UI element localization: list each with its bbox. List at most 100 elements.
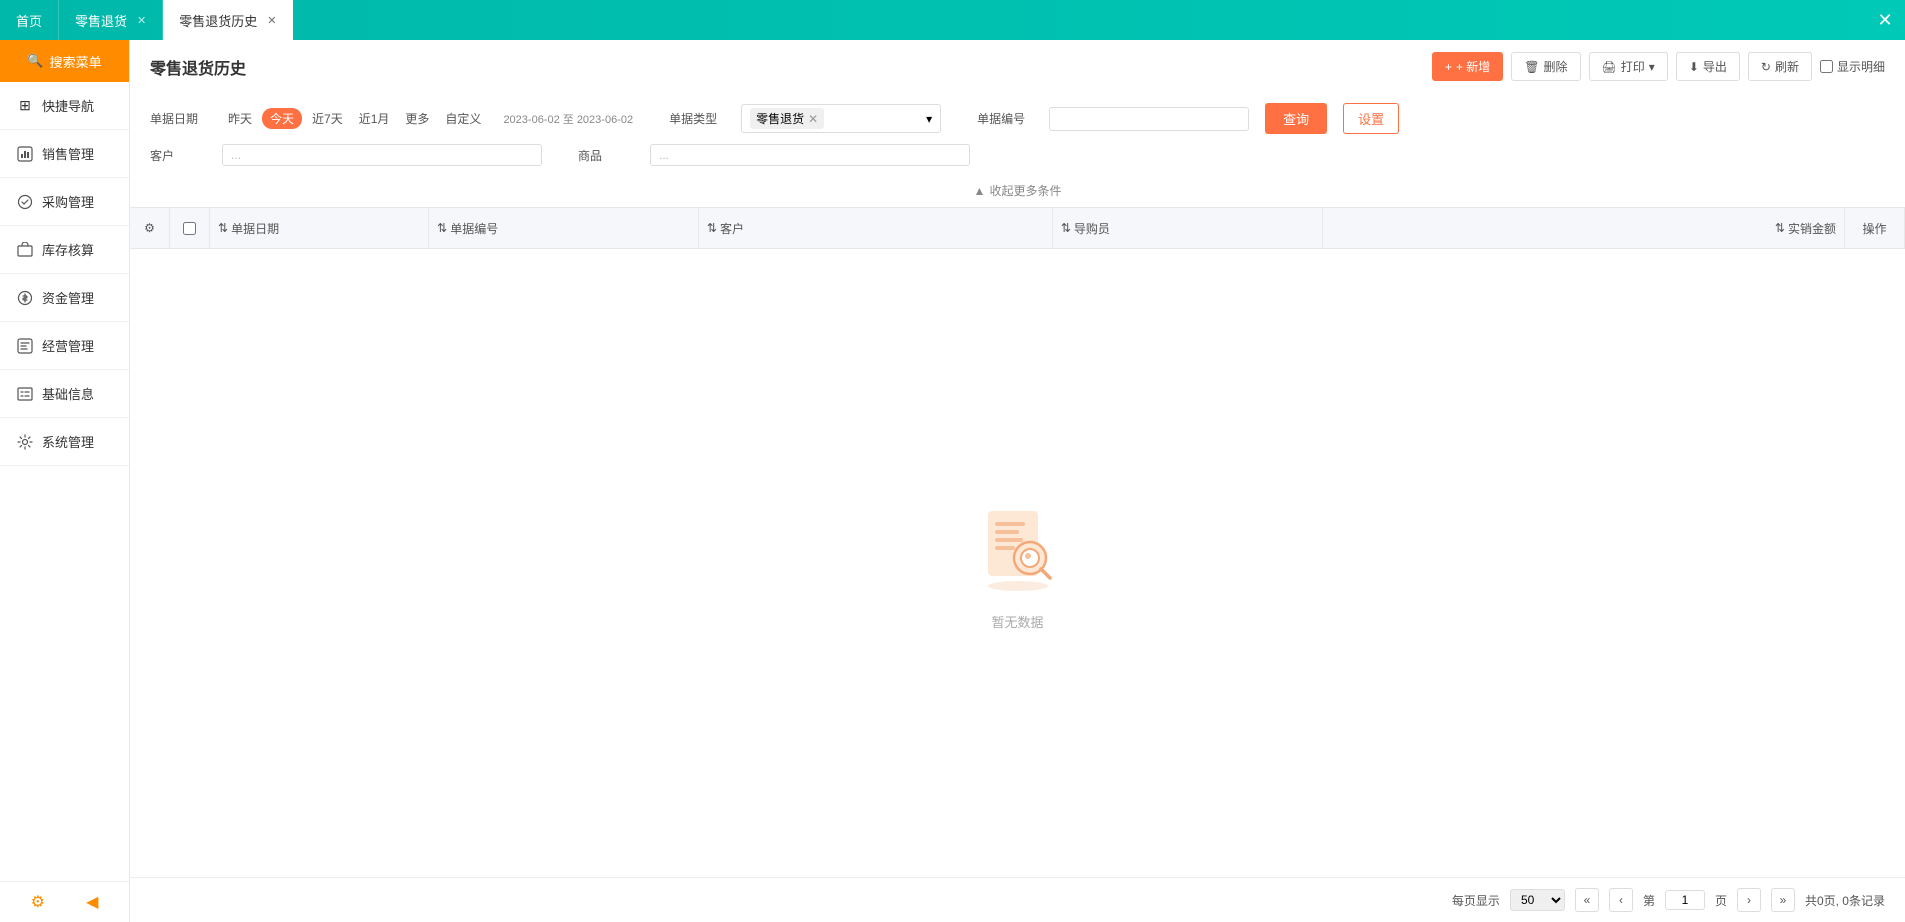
th-amount-label: 实销金额 (1788, 220, 1836, 237)
tab-retail-return[interactable]: 零售退货 ✕ (59, 0, 163, 40)
export-button[interactable]: ⬇ 导出 (1676, 52, 1740, 81)
sidebar-search[interactable]: 🔍 搜索菜单 (0, 40, 129, 82)
sidebar-item-quick-nav[interactable]: ⊞ 快捷导航 (0, 82, 129, 130)
inventory-icon (16, 241, 34, 259)
collapse-row[interactable]: ▲ 收起更多条件 (150, 176, 1885, 207)
page-title-row: 零售退货历史 + + 新增 🗑 删除 🖨 打印 ▾ (150, 52, 1885, 81)
doc-type-filter-label: 单据类型 (669, 110, 725, 127)
doc-type-tag-label: 零售退货 (756, 110, 804, 127)
refresh-label: 刷新 (1775, 58, 1799, 75)
print-label: 打印 (1621, 58, 1645, 75)
settings-bottom-icon[interactable]: ⚙ (31, 892, 45, 912)
sidebar-item-inventory-label: 库存核算 (42, 240, 94, 259)
add-button[interactable]: + + 新增 (1432, 52, 1503, 81)
show-detail-checkbox[interactable]: 显示明细 (1820, 58, 1885, 75)
last-page-button[interactable]: » (1771, 888, 1795, 912)
th-amount-sort-icon: ⇅ (1775, 221, 1785, 235)
th-action: 操作 (1845, 208, 1905, 248)
page-number-input[interactable] (1665, 890, 1705, 910)
date-option-custom[interactable]: 自定义 (439, 108, 487, 129)
sidebar-bottom: ⚙ ◀ (0, 881, 129, 922)
sidebar-nav: ⊞ 快捷导航 销售管理 采购管理 库存核算 (0, 82, 129, 881)
top-bar: 首页 零售退货 ✕ 零售退货历史 ✕ ✕ (0, 0, 1905, 40)
date-option-more[interactable]: 更多 (399, 108, 435, 129)
refresh-button[interactable]: ↻ 刷新 (1748, 52, 1812, 81)
query-button[interactable]: 查询 (1265, 103, 1327, 134)
management-icon (16, 337, 34, 355)
tab-retail-return-close[interactable]: ✕ (137, 14, 146, 27)
delete-icon: 🗑 (1524, 60, 1539, 74)
per-page-select[interactable]: 10 20 50 100 (1510, 889, 1565, 911)
goods-placeholder: ... (659, 148, 669, 162)
sidebar-item-sales-label: 销售管理 (42, 144, 94, 163)
doc-type-select[interactable]: 零售退货 ✕ ▾ (741, 104, 941, 133)
th-order-no[interactable]: ⇅ 单据编号 (429, 208, 699, 248)
page-header: 零售退货历史 + + 新增 🗑 删除 🖨 打印 ▾ (130, 40, 1905, 208)
doc-no-filter-label: 单据编号 (977, 110, 1033, 127)
table-container: ⚙ ⇅ 单据日期 ⇅ 单据编号 ⇅ 客户 ⇅ (130, 208, 1905, 877)
sidebar-item-purchase[interactable]: 采购管理 (0, 178, 129, 226)
finance-icon (16, 289, 34, 307)
print-button[interactable]: 🖨 打印 ▾ (1589, 52, 1668, 81)
sidebar-item-quick-nav-label: 快捷导航 (42, 96, 94, 115)
th-guide-sort-icon: ⇅ (1061, 221, 1071, 235)
page-label: 第 (1643, 892, 1655, 909)
empty-state: 暂无数据 (130, 249, 1905, 877)
basic-info-icon (16, 385, 34, 403)
tab-retail-return-label: 零售退货 (75, 11, 127, 30)
th-action-label: 操作 (1862, 220, 1886, 237)
next-page-button[interactable]: › (1737, 888, 1761, 912)
doc-type-tag-close[interactable]: ✕ (808, 112, 818, 126)
customer-filter-label: 客户 (150, 147, 206, 164)
date-option-7days[interactable]: 近7天 (306, 108, 349, 129)
sales-icon (16, 145, 34, 163)
settings-button[interactable]: 设置 (1343, 103, 1399, 134)
sidebar-item-sales[interactable]: 销售管理 (0, 130, 129, 178)
tab-home[interactable]: 首页 (0, 0, 59, 40)
sidebar-item-system[interactable]: 系统管理 (0, 418, 129, 466)
th-date-label: 单据日期 (231, 220, 279, 237)
date-option-today[interactable]: 今天 (262, 108, 302, 129)
show-detail-input[interactable] (1820, 60, 1833, 73)
customer-select[interactable]: ... (222, 144, 542, 166)
goods-select[interactable]: ... (650, 144, 970, 166)
th-amount[interactable]: ⇅ 实销金额 (1323, 208, 1845, 248)
tab-retail-return-history[interactable]: 零售退货历史 ✕ (163, 0, 293, 40)
th-checkbox[interactable] (170, 208, 210, 248)
date-option-1month[interactable]: 近1月 (353, 108, 396, 129)
th-guide[interactable]: ⇅ 导购员 (1053, 208, 1323, 248)
first-page-button[interactable]: « (1575, 888, 1599, 912)
th-guide-label: 导购员 (1074, 220, 1110, 237)
customer-placeholder: ... (231, 148, 241, 162)
refresh-icon: ↻ (1761, 60, 1771, 74)
tab-retail-return-history-close[interactable]: ✕ (267, 14, 276, 27)
th-date[interactable]: ⇅ 单据日期 (210, 208, 429, 248)
prev-page-button[interactable]: ‹ (1609, 888, 1633, 912)
filter-row-2: 客户 ... 商品 ... (150, 144, 1885, 166)
toolbar-buttons: + + 新增 🗑 删除 🖨 打印 ▾ ⬇ 导出 (1432, 52, 1885, 81)
select-all-checkbox[interactable] (183, 222, 196, 235)
per-page-label: 每页显示 (1452, 892, 1500, 909)
show-detail-label: 显示明细 (1837, 58, 1885, 75)
th-customer[interactable]: ⇅ 客户 (699, 208, 1053, 248)
main-layout: 🔍 搜索菜单 ⊞ 快捷导航 销售管理 采购管理 (0, 40, 1905, 922)
tab-retail-return-history-label: 零售退货历史 (179, 11, 257, 30)
pagination-bar: 每页显示 10 20 50 100 « ‹ 第 页 › » 共0页, 0条记录 (130, 877, 1905, 922)
doc-no-input[interactable] (1049, 107, 1249, 131)
collapse-sidebar-icon[interactable]: ◀ (86, 892, 98, 912)
page-unit: 页 (1715, 892, 1727, 909)
date-filter-group: 昨天 今天 近7天 近1月 更多 自定义 (222, 108, 487, 129)
th-customer-label: 客户 (720, 220, 744, 237)
window-close-button[interactable]: ✕ (1865, 0, 1905, 40)
sidebar-item-finance[interactable]: 资金管理 (0, 274, 129, 322)
quick-nav-icon: ⊞ (16, 97, 34, 115)
sidebar-item-basic-info[interactable]: 基础信息 (0, 370, 129, 418)
export-label: 导出 (1703, 58, 1727, 75)
date-filter-label: 单据日期 (150, 110, 206, 127)
delete-button[interactable]: 🗑 删除 (1511, 52, 1580, 81)
date-option-yesterday[interactable]: 昨天 (222, 108, 258, 129)
sidebar-item-management[interactable]: 经营管理 (0, 322, 129, 370)
th-settings[interactable]: ⚙ (130, 208, 170, 248)
sidebar-item-inventory[interactable]: 库存核算 (0, 226, 129, 274)
goods-filter-label: 商品 (578, 147, 634, 164)
